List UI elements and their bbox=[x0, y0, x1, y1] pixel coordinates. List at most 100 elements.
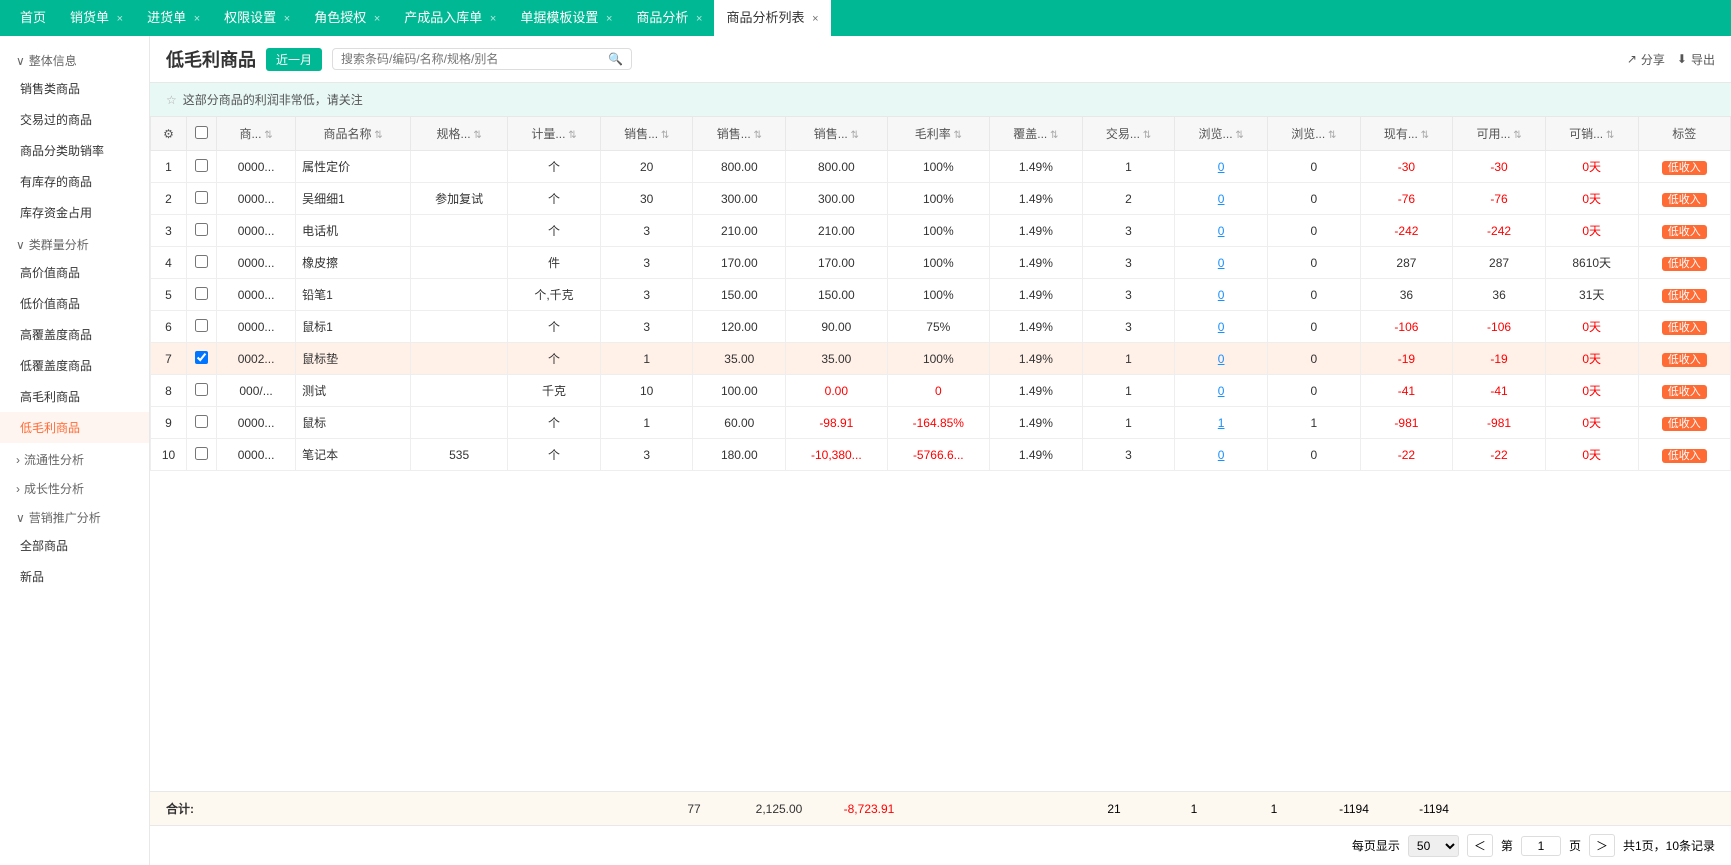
row-checkbox[interactable] bbox=[187, 183, 217, 215]
row-select-checkbox[interactable] bbox=[195, 255, 208, 268]
row-select-checkbox[interactable] bbox=[195, 383, 208, 396]
row-checkbox[interactable] bbox=[187, 151, 217, 183]
table-row[interactable]: 5 0000... 铅笔1 个,千克 3 150.00 150.00 100% … bbox=[151, 279, 1731, 311]
sidebar-group-marketing[interactable]: ∨ 营销推广分析 bbox=[0, 501, 149, 530]
row-checkbox[interactable] bbox=[187, 343, 217, 375]
th-spec[interactable]: 规格... bbox=[411, 117, 508, 151]
row-select-checkbox[interactable] bbox=[195, 447, 208, 460]
row-checkbox[interactable] bbox=[187, 279, 217, 311]
sidebar-item-stocked-goods[interactable]: 有库存的商品 bbox=[0, 166, 149, 197]
nav-role[interactable]: 角色授权 × bbox=[302, 0, 392, 36]
row-checkbox[interactable] bbox=[187, 407, 217, 439]
sidebar-item-high-value[interactable]: 高价值商品 bbox=[0, 257, 149, 288]
sidebar-item-new-goods[interactable]: 新品 bbox=[0, 561, 149, 592]
table-row[interactable]: 6 0000... 鼠标1 个 3 120.00 90.00 75% 1.49%… bbox=[151, 311, 1731, 343]
sidebar-group-overall[interactable]: ∨ 整体信息 bbox=[0, 44, 149, 73]
row-select-checkbox[interactable] bbox=[195, 223, 208, 236]
table-row[interactable]: 2 0000... 吴细细1 参加复试 个 30 300.00 300.00 1… bbox=[151, 183, 1731, 215]
th-current[interactable]: 现有... bbox=[1360, 117, 1453, 151]
th-gross-rate[interactable]: 毛利率 bbox=[887, 117, 990, 151]
th-browse1[interactable]: 浏览... bbox=[1175, 117, 1268, 151]
th-available[interactable]: 可用... bbox=[1453, 117, 1546, 151]
nav-sales-close[interactable]: × bbox=[117, 13, 123, 25]
th-sale-qty[interactable]: 销售... bbox=[600, 117, 693, 151]
row-browse1[interactable]: 1 bbox=[1175, 407, 1268, 439]
row-browse1[interactable]: 0 bbox=[1175, 311, 1268, 343]
row-select-checkbox[interactable] bbox=[195, 287, 208, 300]
nav-goods-analysis-list-close[interactable]: × bbox=[812, 13, 818, 25]
table-container[interactable]: ⚙ 商... 商品名称 规格... 计量... 销售... 销售... 销售..… bbox=[150, 116, 1731, 791]
sidebar-item-high-margin[interactable]: 高毛利商品 bbox=[0, 381, 149, 412]
nav-goods-analysis-list[interactable]: 商品分析列表 × bbox=[714, 0, 830, 36]
table-row[interactable]: 8 000/... 测试 千克 10 100.00 0.00 0 1.49% 1… bbox=[151, 375, 1731, 407]
table-row[interactable]: 10 0000... 笔记本 535 个 3 180.00 -10,380...… bbox=[151, 439, 1731, 471]
sidebar-item-sales-goods[interactable]: 销售类商品 bbox=[0, 73, 149, 104]
nav-goods-analysis[interactable]: 商品分析 × bbox=[624, 0, 714, 36]
sidebar-item-low-margin[interactable]: 低毛利商品 bbox=[0, 412, 149, 443]
row-select-checkbox[interactable] bbox=[195, 319, 208, 332]
select-all-checkbox[interactable] bbox=[195, 126, 208, 139]
sidebar-group-flow[interactable]: › 流通性分析 bbox=[0, 443, 149, 472]
row-checkbox[interactable] bbox=[187, 375, 217, 407]
nav-permission[interactable]: 权限设置 × bbox=[212, 0, 302, 36]
nav-permission-close[interactable]: × bbox=[284, 13, 290, 25]
table-row[interactable]: 1 0000... 属性定价 个 20 800.00 800.00 100% 1… bbox=[151, 151, 1731, 183]
th-settings[interactable]: ⚙ bbox=[151, 117, 187, 151]
row-select-checkbox[interactable] bbox=[195, 351, 208, 364]
date-filter-button[interactable]: 近一月 bbox=[266, 48, 322, 71]
nav-sales[interactable]: 销货单 × bbox=[58, 0, 135, 36]
row-browse1[interactable]: 0 bbox=[1175, 151, 1268, 183]
per-page-select[interactable]: 50 100 bbox=[1408, 835, 1459, 857]
search-input[interactable] bbox=[341, 52, 603, 66]
row-browse1[interactable]: 0 bbox=[1175, 247, 1268, 279]
nav-goods-analysis-close[interactable]: × bbox=[696, 13, 702, 25]
row-browse1[interactable]: 0 bbox=[1175, 183, 1268, 215]
row-checkbox[interactable] bbox=[187, 215, 217, 247]
sidebar-item-all-goods[interactable]: 全部商品 bbox=[0, 530, 149, 561]
sidebar-item-stock-capital[interactable]: 库存资金占用 bbox=[0, 197, 149, 228]
row-browse1[interactable]: 0 bbox=[1175, 343, 1268, 375]
nav-template[interactable]: 单据模板设置 × bbox=[508, 0, 624, 36]
th-sale-amt[interactable]: 销售... bbox=[693, 117, 786, 151]
sidebar-item-traded-goods[interactable]: 交易过的商品 bbox=[0, 104, 149, 135]
row-select-checkbox[interactable] bbox=[195, 159, 208, 172]
th-coverage[interactable]: 覆盖... bbox=[990, 117, 1083, 151]
nav-home[interactable]: 首页 bbox=[8, 0, 58, 36]
prev-page-button[interactable]: ＜ bbox=[1467, 834, 1493, 857]
nav-template-close[interactable]: × bbox=[606, 13, 612, 25]
th-unit[interactable]: 计量... bbox=[508, 117, 601, 151]
share-button[interactable]: ↗ 分享 bbox=[1627, 51, 1665, 68]
th-saleable[interactable]: 可销... bbox=[1545, 117, 1638, 151]
nav-product-entry-close[interactable]: × bbox=[490, 13, 496, 25]
th-name[interactable]: 商品名称 bbox=[296, 117, 411, 151]
sidebar-item-high-coverage[interactable]: 高覆盖度商品 bbox=[0, 319, 149, 350]
row-checkbox[interactable] bbox=[187, 439, 217, 471]
row-browse1[interactable]: 0 bbox=[1175, 375, 1268, 407]
page-number-input[interactable] bbox=[1521, 836, 1561, 856]
table-row[interactable]: 3 0000... 电话机 个 3 210.00 210.00 100% 1.4… bbox=[151, 215, 1731, 247]
next-page-button[interactable]: ＞ bbox=[1589, 834, 1615, 857]
row-checkbox[interactable] bbox=[187, 311, 217, 343]
export-button[interactable]: ⬇ 导出 bbox=[1677, 51, 1715, 68]
table-row[interactable]: 9 0000... 鼠标 个 1 60.00 -98.91 -164.85% 1… bbox=[151, 407, 1731, 439]
nav-purchase-close[interactable]: × bbox=[194, 13, 200, 25]
row-browse1[interactable]: 0 bbox=[1175, 279, 1268, 311]
sidebar-group-cluster[interactable]: ∨ 类群量分析 bbox=[0, 228, 149, 257]
nav-role-close[interactable]: × bbox=[374, 13, 380, 25]
sidebar-item-category-rate[interactable]: 商品分类助销率 bbox=[0, 135, 149, 166]
nav-purchase[interactable]: 进货单 × bbox=[135, 0, 212, 36]
table-row[interactable]: 7 0002... 鼠标垫 个 1 35.00 35.00 100% 1.49%… bbox=[151, 343, 1731, 375]
sidebar-item-low-coverage[interactable]: 低覆盖度商品 bbox=[0, 350, 149, 381]
row-select-checkbox[interactable] bbox=[195, 191, 208, 204]
th-trade[interactable]: 交易... bbox=[1082, 117, 1175, 151]
th-checkbox[interactable] bbox=[187, 117, 217, 151]
row-checkbox[interactable] bbox=[187, 247, 217, 279]
search-box[interactable]: 🔍 bbox=[332, 48, 632, 70]
row-select-checkbox[interactable] bbox=[195, 415, 208, 428]
sidebar-group-growth[interactable]: › 成长性分析 bbox=[0, 472, 149, 501]
sidebar-item-low-value[interactable]: 低价值商品 bbox=[0, 288, 149, 319]
nav-product-entry[interactable]: 产成品入库单 × bbox=[392, 0, 508, 36]
table-row[interactable]: 4 0000... 橡皮擦 件 3 170.00 170.00 100% 1.4… bbox=[151, 247, 1731, 279]
th-browse2[interactable]: 浏览... bbox=[1267, 117, 1360, 151]
row-browse1[interactable]: 0 bbox=[1175, 439, 1268, 471]
